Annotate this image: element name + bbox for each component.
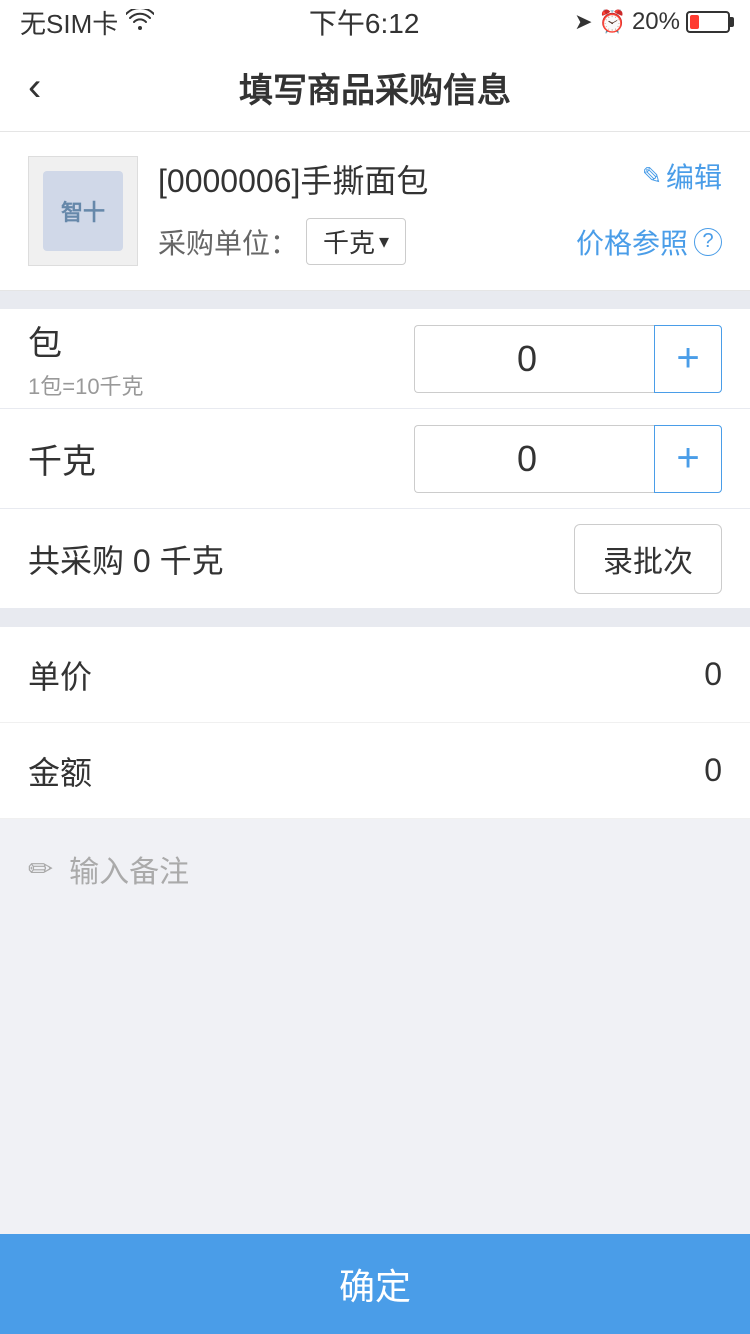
- bao-plus-button[interactable]: +: [654, 325, 722, 393]
- edit-button[interactable]: ✎ 编辑: [642, 156, 722, 196]
- bao-input-group: +: [414, 325, 722, 393]
- unit-select[interactable]: 千克 ▾: [306, 218, 406, 265]
- page-title: 填写商品采购信息: [239, 63, 511, 112]
- bao-label: 包 1包=10千克: [28, 316, 168, 401]
- location-icon: ➤: [574, 9, 592, 35]
- section-divider-2: [0, 609, 750, 627]
- confirm-button[interactable]: 确定: [0, 1234, 750, 1334]
- pencil-icon: ✏: [28, 852, 53, 887]
- amount-row: 金额 0: [0, 723, 750, 819]
- bao-row: 包 1包=10千克 +: [0, 309, 750, 409]
- product-header: [0000006]手撕面包 ✎ 编辑: [158, 156, 722, 202]
- nav-bar: ‹ 填写商品采购信息: [0, 44, 750, 132]
- price-ref-button[interactable]: 价格参照 ?: [576, 222, 722, 262]
- price-ref-label: 价格参照: [576, 222, 688, 262]
- form-section: 包 1包=10千克 + 千克 + 共采购 0 千克 录批次: [0, 309, 750, 609]
- note-section[interactable]: ✏ 输入备注: [0, 819, 750, 919]
- dropdown-icon: ▾: [379, 229, 389, 254]
- kg-row: 千克 +: [0, 409, 750, 509]
- product-info: [0000006]手撕面包 ✎ 编辑 采购单位： 千克 ▾ 价格参照 ?: [158, 156, 722, 265]
- unit-prefix: 采购单位：: [158, 222, 298, 262]
- summary-row: 共采购 0 千克 录批次: [0, 509, 750, 609]
- kg-plus-button[interactable]: +: [654, 425, 722, 493]
- kg-input-group: +: [414, 425, 722, 493]
- product-unit-row: 采购单位： 千克 ▾ 价格参照 ?: [158, 218, 722, 265]
- alarm-icon: ⏰: [599, 9, 626, 35]
- amount-label: 金额: [28, 748, 92, 794]
- bao-sub-label: 1包=10千克: [28, 369, 168, 401]
- bao-input[interactable]: [414, 325, 654, 393]
- carrier-text: 无SIM卡: [20, 4, 118, 41]
- product-image: 智十: [28, 156, 138, 266]
- product-name: [0000006]手撕面包: [158, 156, 428, 202]
- kg-label: 千克: [28, 434, 168, 483]
- unit-price-value: 0: [704, 656, 722, 693]
- info-icon: ?: [694, 228, 722, 256]
- wifi-icon: [126, 7, 154, 38]
- battery-percent: 20%: [632, 8, 680, 36]
- back-button[interactable]: ‹: [28, 65, 41, 110]
- kg-input[interactable]: [414, 425, 654, 493]
- edit-label: 编辑: [666, 156, 722, 196]
- summary-text: 共采购 0 千克: [28, 536, 224, 582]
- bottom-space: [0, 919, 750, 1179]
- section-divider-1: [0, 291, 750, 309]
- status-bar: 无SIM卡 下午6:12 ➤ ⏰ 20%: [0, 0, 750, 44]
- unit-price-row: 单价 0: [0, 627, 750, 723]
- unit-value: 千克: [323, 223, 375, 260]
- status-carrier: 无SIM卡: [20, 4, 154, 41]
- unit-label: 采购单位： 千克 ▾: [158, 218, 406, 265]
- amount-value: 0: [704, 752, 722, 789]
- product-logo: 智十: [43, 171, 123, 251]
- kg-main-label: 千克: [28, 434, 168, 483]
- status-time: 下午6:12: [309, 2, 420, 42]
- info-section: 单价 0 金额 0: [0, 627, 750, 819]
- product-card: 智十 [0000006]手撕面包 ✎ 编辑 采购单位： 千克 ▾ 价格参照 ?: [0, 132, 750, 291]
- status-right: ➤ ⏰ 20%: [574, 8, 730, 36]
- battery-icon: [686, 11, 730, 33]
- bao-main-label: 包: [28, 316, 168, 365]
- edit-icon: ✎: [642, 162, 662, 191]
- unit-price-label: 单价: [28, 652, 92, 698]
- batch-button[interactable]: 录批次: [574, 524, 722, 594]
- note-placeholder: 输入备注: [69, 847, 189, 891]
